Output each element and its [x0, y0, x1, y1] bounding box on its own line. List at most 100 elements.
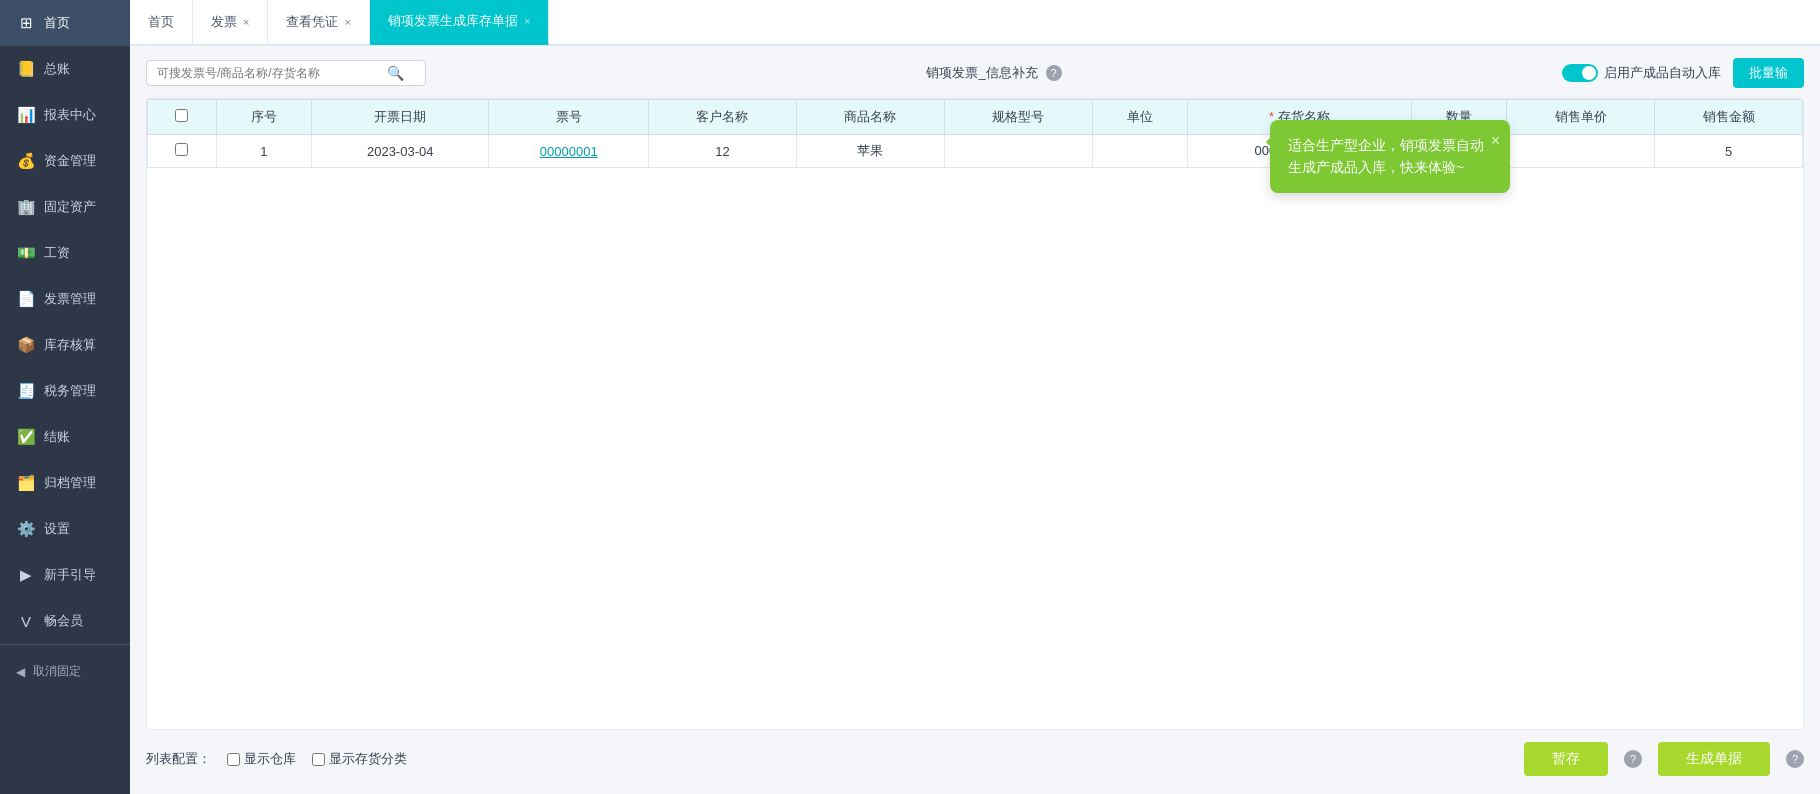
th-checkbox [148, 100, 217, 135]
th-product: 商品名称 [796, 100, 944, 135]
td-unit [1092, 135, 1187, 168]
unpin-button[interactable]: ◀ 取消固定 [0, 653, 130, 690]
tooltip-popup: × 适合生产型企业，销项发票自动生成产成品入库，快来体验~ [1270, 120, 1510, 193]
row-checkbox[interactable] [175, 143, 188, 156]
td-customer: 12 [649, 135, 797, 168]
data-table-wrap: 序号 开票日期 票号 客户名称 商品名称 规格型号 单位 * 存货名称 数量 销… [146, 98, 1804, 730]
td-index: 1 [216, 135, 311, 168]
reports-icon: 📊 [16, 106, 36, 124]
show-category-label: 显示存货分类 [329, 750, 407, 768]
list-config: 列表配置： 显示仓库 显示存货分类 [146, 750, 407, 768]
sidebar-item-label: 设置 [44, 520, 70, 538]
tab-stock-document-close[interactable]: × [524, 15, 530, 27]
search-area[interactable]: 🔍 [146, 60, 426, 86]
info-label: 销项发票_信息补充 [926, 64, 1037, 82]
sidebar-item-assets[interactable]: 🏢 固定资产 [0, 184, 130, 230]
sidebar: ⊞ 首页 📒 总账 📊 报表中心 💰 资金管理 🏢 固定资产 💵 工资 📄 发票… [0, 0, 130, 794]
toggle-knob [1582, 66, 1596, 80]
save-button[interactable]: 暂存 [1524, 742, 1608, 776]
invoice-icon: 📄 [16, 290, 36, 308]
th-date: 开票日期 [312, 100, 489, 135]
sidebar-item-label: 固定资产 [44, 198, 96, 216]
sidebar-item-label: 报表中心 [44, 106, 96, 124]
tab-home-label: 首页 [148, 13, 174, 31]
sidebar-item-vip[interactable]: V 畅会员 [0, 598, 130, 644]
sidebar-item-label: 畅会员 [44, 612, 83, 630]
config-label: 列表配置： [146, 750, 211, 768]
th-sales-amount: 销售金额 [1655, 100, 1803, 135]
right-controls: 启用产成品自动入库 批量输 [1562, 58, 1804, 88]
show-category-checkbox[interactable] [312, 753, 325, 766]
td-product: 苹果 [796, 135, 944, 168]
sidebar-item-closing[interactable]: ✅ 结账 [0, 414, 130, 460]
sidebar-item-tax[interactable]: 🧾 税务管理 [0, 368, 130, 414]
show-category-checkbox-label[interactable]: 显示存货分类 [312, 750, 407, 768]
toggle-area: 启用产成品自动入库 [1562, 64, 1721, 82]
search-input[interactable] [157, 66, 387, 80]
tab-voucher-close[interactable]: × [344, 16, 350, 28]
sidebar-item-label: 税务管理 [44, 382, 96, 400]
data-table: 序号 开票日期 票号 客户名称 商品名称 规格型号 单位 * 存货名称 数量 销… [147, 99, 1803, 168]
sidebar-item-label: 新手引导 [44, 566, 96, 584]
th-unit-price: 销售单价 [1507, 100, 1655, 135]
info-help-icon[interactable]: ? [1046, 65, 1062, 81]
show-warehouse-checkbox-label[interactable]: 显示仓库 [227, 750, 296, 768]
sidebar-item-home[interactable]: ⊞ 首页 [0, 0, 130, 46]
info-section: 销项发票_信息补充 ? [926, 64, 1061, 82]
archive-icon: 🗂️ [16, 474, 36, 492]
bottom-bar: 列表配置： 显示仓库 显示存货分类 暂存 ? 生成单据 ? [146, 730, 1804, 782]
th-unit: 单位 [1092, 100, 1187, 135]
sidebar-item-label: 结账 [44, 428, 70, 446]
sidebar-item-ledger[interactable]: 📒 总账 [0, 46, 130, 92]
td-sales-amount: 5 [1655, 135, 1803, 168]
show-warehouse-checkbox[interactable] [227, 753, 240, 766]
ticket-no-link[interactable]: 00000001 [540, 144, 598, 159]
td-spec [944, 135, 1092, 168]
sidebar-item-label: 总账 [44, 60, 70, 78]
sidebar-item-payroll[interactable]: 💵 工资 [0, 230, 130, 276]
table-header-row: 序号 开票日期 票号 客户名称 商品名称 规格型号 单位 * 存货名称 数量 销… [148, 100, 1803, 135]
tab-voucher[interactable]: 查看凭证 × [268, 0, 369, 45]
settings-icon: ⚙️ [16, 520, 36, 538]
td-unit-price [1507, 135, 1655, 168]
save-help-icon[interactable]: ? [1624, 750, 1642, 768]
vip-icon: V [16, 613, 36, 630]
sidebar-item-label: 首页 [44, 14, 70, 32]
sidebar-item-settings[interactable]: ⚙️ 设置 [0, 506, 130, 552]
tooltip-close-button[interactable]: × [1491, 128, 1500, 154]
guide-icon: ▶ [16, 566, 36, 584]
tab-invoice-label: 发票 [211, 13, 237, 31]
sidebar-item-reports[interactable]: 📊 报表中心 [0, 92, 130, 138]
tab-bar: 首页 发票 × 查看凭证 × 销项发票生成库存单据 × [130, 0, 1820, 46]
generate-help-icon[interactable]: ? [1786, 750, 1804, 768]
ledger-icon: 📒 [16, 60, 36, 78]
sidebar-item-guide[interactable]: ▶ 新手引导 [0, 552, 130, 598]
th-customer: 客户名称 [649, 100, 797, 135]
search-icon: 🔍 [387, 65, 404, 81]
main-area: 首页 发票 × 查看凭证 × 销项发票生成库存单据 × 🔍 销项发票_信息补充 … [130, 0, 1820, 794]
th-spec: 规格型号 [944, 100, 1092, 135]
show-warehouse-label: 显示仓库 [244, 750, 296, 768]
tooltip-text: 适合生产型企业，销项发票自动生成产成品入库，快来体验~ [1288, 137, 1484, 175]
pin-icon: ◀ [16, 665, 25, 679]
sidebar-item-label: 归档管理 [44, 474, 96, 492]
tab-home[interactable]: 首页 [130, 0, 193, 45]
sidebar-item-funds[interactable]: 💰 资金管理 [0, 138, 130, 184]
tab-invoice-close[interactable]: × [243, 16, 249, 28]
select-all-checkbox[interactable] [175, 109, 188, 122]
sidebar-item-label: 资金管理 [44, 152, 96, 170]
closing-icon: ✅ [16, 428, 36, 446]
sidebar-item-invoice[interactable]: 📄 发票管理 [0, 276, 130, 322]
content-area: 🔍 销项发票_信息补充 ? 启用产成品自动入库 批量输 [130, 46, 1820, 794]
auto-inbound-toggle[interactable] [1562, 64, 1598, 82]
td-checkbox [148, 135, 217, 168]
th-ticket-no: 票号 [489, 100, 649, 135]
tab-stock-document[interactable]: 销项发票生成库存单据 × [370, 0, 549, 45]
sidebar-item-label: 发票管理 [44, 290, 96, 308]
batch-input-button[interactable]: 批量输 [1733, 58, 1804, 88]
sidebar-item-archive[interactable]: 🗂️ 归档管理 [0, 460, 130, 506]
sidebar-item-inventory[interactable]: 📦 库存核算 [0, 322, 130, 368]
generate-button[interactable]: 生成单据 [1658, 742, 1770, 776]
tab-stock-document-label: 销项发票生成库存单据 [388, 12, 518, 30]
tab-invoice[interactable]: 发票 × [193, 0, 268, 45]
